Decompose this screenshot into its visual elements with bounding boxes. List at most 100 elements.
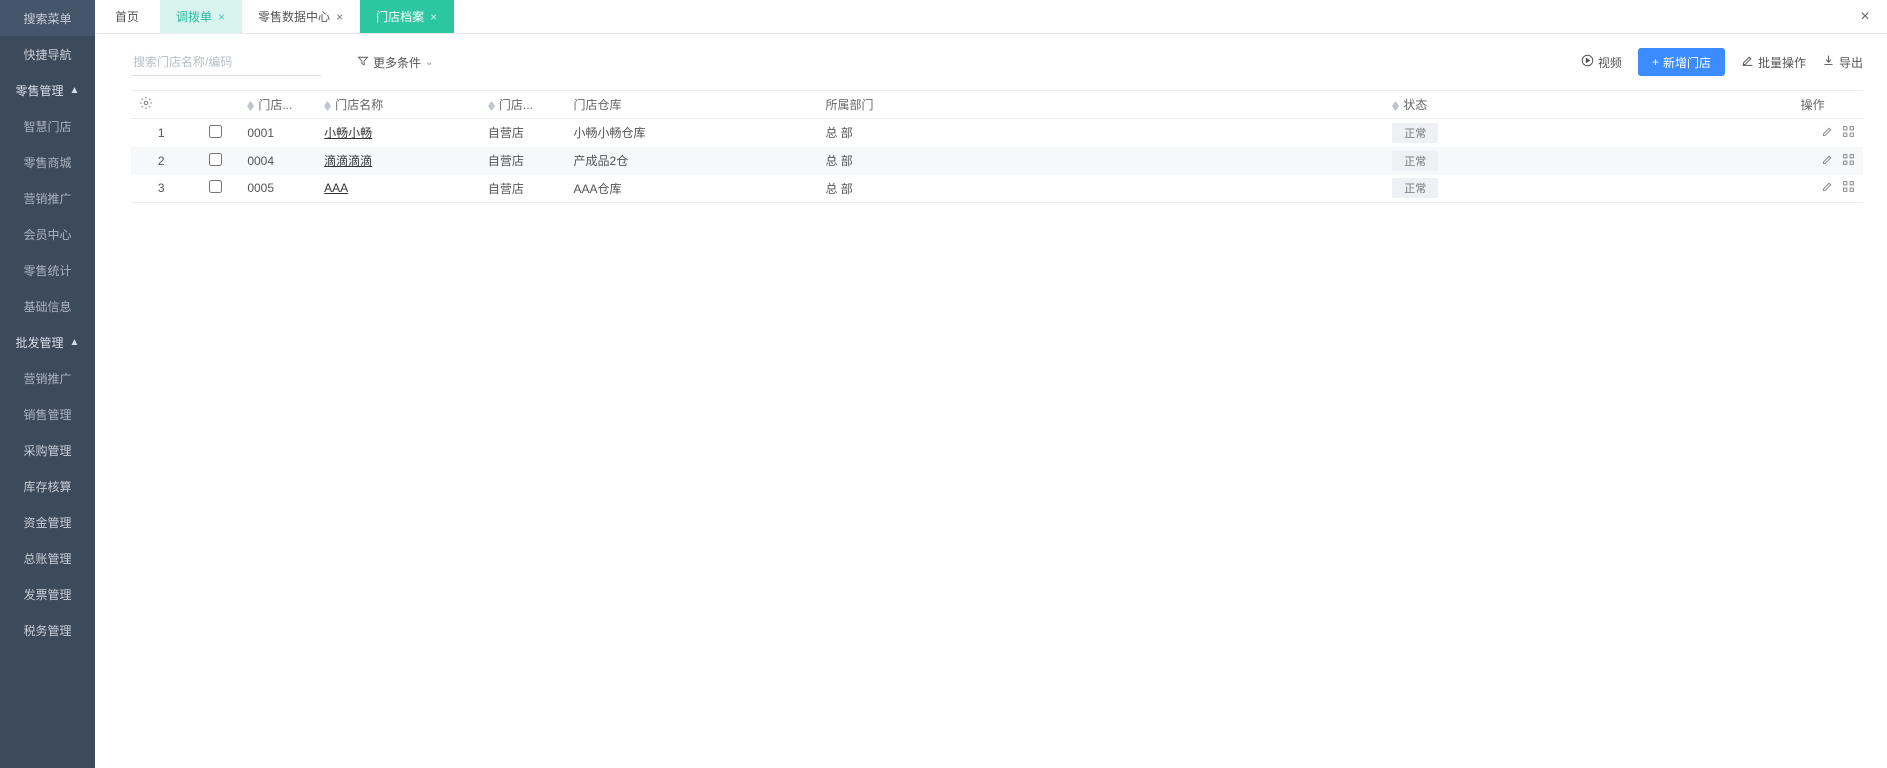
sidebar-item-retail-mall[interactable]: 零售商城 — [0, 144, 95, 180]
sort-icon — [488, 101, 495, 111]
more-row-button[interactable] — [1842, 125, 1855, 138]
export-label: 导出 — [1839, 54, 1863, 71]
table-row[interactable]: 10001小畅小畅自营店小畅小畅仓库总 部正常 — [131, 119, 1863, 147]
sidebar-item-basic-info[interactable]: 基础信息 — [0, 288, 95, 324]
more-row-button[interactable] — [1842, 180, 1855, 193]
col-warehouse: 门店仓库 — [566, 91, 818, 119]
add-label: 新增门店 — [1663, 54, 1711, 71]
funnel-icon — [357, 55, 369, 70]
cell-code: 0004 — [239, 147, 316, 175]
row-checkbox[interactable] — [209, 125, 222, 138]
sidebar-item-label: 会员中心 — [23, 226, 71, 243]
batch-ops-button[interactable]: 批量操作 — [1741, 54, 1806, 71]
col-label: 所属部门 — [825, 98, 873, 112]
tab-store-archive[interactable]: 门店档案× — [360, 0, 454, 33]
store-name-link[interactable]: AAA — [324, 181, 348, 195]
search-input[interactable] — [131, 48, 321, 76]
sidebar-item-smart-store[interactable]: 智慧门店 — [0, 108, 95, 144]
sidebar-item-label: 营销推广 — [23, 370, 71, 387]
more-filters-button[interactable]: 更多条件 ⌄ — [357, 54, 433, 71]
col-status[interactable]: 状态 — [1384, 91, 1762, 119]
tab-label: 调拨单 — [176, 8, 212, 25]
close-all-tabs[interactable]: × — [1851, 0, 1879, 34]
sidebar-item-inventory[interactable]: 库存核算 — [0, 468, 95, 504]
sidebar-item-ledger[interactable]: 总账管理 — [0, 540, 95, 576]
sidebar-item-member-center[interactable]: 会员中心 — [0, 216, 95, 252]
col-type[interactable]: 门店... — [480, 91, 566, 119]
sidebar-item-label: 采购管理 — [23, 442, 71, 459]
col-name[interactable]: 门店名称 — [316, 91, 480, 119]
col-code[interactable]: 门店... — [239, 91, 316, 119]
play-circle-icon — [1581, 54, 1594, 70]
table-row[interactable]: 20004滴滴滴滴自营店产成品2仓总 部正常 — [131, 147, 1863, 175]
add-store-button[interactable]: + 新增门店 — [1638, 48, 1725, 76]
cell-code: 0005 — [239, 175, 316, 203]
tab-home[interactable]: 首页 — [95, 0, 160, 33]
sidebar-item-label: 资金管理 — [23, 514, 71, 531]
sidebar-item-quicknav[interactable]: 快捷导航 — [0, 36, 95, 72]
cell-dept: 总 部 — [817, 119, 1384, 147]
video-link[interactable]: 视频 — [1581, 54, 1622, 71]
table-row[interactable]: 30005AAA自营店AAA仓库总 部正常 — [131, 175, 1863, 203]
sidebar-item-invoice[interactable]: 发票管理 — [0, 576, 95, 612]
col-label: 门店仓库 — [574, 98, 622, 112]
row-index: 1 — [131, 119, 191, 147]
plus-icon: + — [1652, 55, 1659, 69]
sidebar-item-marketing[interactable]: 营销推广 — [0, 180, 95, 216]
more-row-button[interactable] — [1842, 153, 1855, 166]
sidebar-group-wholesale[interactable]: 批发管理▲ — [0, 324, 95, 360]
sidebar-item-label: 基础信息 — [23, 298, 71, 315]
cell-dept: 总 部 — [817, 175, 1384, 203]
sort-icon — [247, 101, 254, 111]
video-label: 视频 — [1598, 54, 1622, 71]
col-label: 门店... — [499, 98, 533, 112]
export-button[interactable]: 导出 — [1822, 54, 1863, 71]
sidebar-item-label: 销售管理 — [23, 406, 71, 423]
column-settings[interactable] — [131, 91, 191, 119]
status-badge: 正常 — [1392, 178, 1438, 198]
sidebar-item-retail-stats[interactable]: 零售统计 — [0, 252, 95, 288]
cell-type: 自营店 — [480, 119, 566, 147]
col-label: 门店名称 — [335, 98, 383, 112]
row-index: 2 — [131, 147, 191, 175]
edit-row-button[interactable] — [1821, 125, 1834, 138]
row-checkbox[interactable] — [209, 153, 222, 166]
sidebar-item-sales-mgmt[interactable]: 销售管理 — [0, 396, 95, 432]
sidebar-item-label: 总账管理 — [23, 550, 71, 567]
status-badge: 正常 — [1392, 151, 1438, 171]
chevron-down-icon: ⌄ — [425, 57, 433, 68]
sidebar: 搜索菜单 快捷导航 零售管理▲ 智慧门店 零售商城 营销推广 会员中心 零售统计… — [0, 0, 95, 768]
row-checkbox[interactable] — [209, 180, 222, 193]
close-icon[interactable]: × — [218, 10, 225, 24]
sidebar-item-marketing2[interactable]: 营销推广 — [0, 360, 95, 396]
tab-retail-data[interactable]: 零售数据中心× — [242, 0, 360, 33]
sidebar-group-retail[interactable]: 零售管理▲ — [0, 72, 95, 108]
store-name-link[interactable]: 小畅小畅 — [324, 126, 372, 140]
row-index: 3 — [131, 175, 191, 203]
sidebar-item-funds[interactable]: 资金管理 — [0, 504, 95, 540]
cell-dept: 总 部 — [817, 147, 1384, 175]
sidebar-item-tax[interactable]: 税务管理 — [0, 612, 95, 648]
tab-transfer[interactable]: 调拨单 × — [160, 0, 242, 33]
edit-row-button[interactable] — [1821, 180, 1834, 193]
sidebar-item-label: 智慧门店 — [23, 118, 71, 135]
col-label: 操作 — [1801, 98, 1825, 112]
edit-row-button[interactable] — [1821, 153, 1834, 166]
cell-warehouse: 小畅小畅仓库 — [566, 119, 818, 147]
sidebar-item-label: 发票管理 — [23, 586, 71, 603]
sidebar-item-purchase[interactable]: 采购管理 — [0, 432, 95, 468]
sort-icon — [1392, 101, 1399, 111]
cell-type: 自营店 — [480, 175, 566, 203]
sidebar-item-label: 库存核算 — [23, 478, 71, 495]
close-icon[interactable]: × — [336, 10, 343, 24]
store-name-link[interactable]: 滴滴滴滴 — [324, 154, 372, 168]
close-icon[interactable]: × — [430, 10, 437, 24]
status-badge: 正常 — [1392, 123, 1438, 143]
col-ops: 操作 — [1762, 91, 1863, 119]
sidebar-item-label: 零售商城 — [23, 154, 71, 171]
edit-icon — [1741, 54, 1754, 70]
col-dept: 所属部门 — [817, 91, 1384, 119]
sidebar-item-search-menu[interactable]: 搜索菜单 — [0, 0, 95, 36]
tabs-bar: 首页 调拨单 × 零售数据中心× 门店档案× × — [95, 0, 1887, 34]
sidebar-item-label: 批发管理 — [16, 334, 64, 351]
